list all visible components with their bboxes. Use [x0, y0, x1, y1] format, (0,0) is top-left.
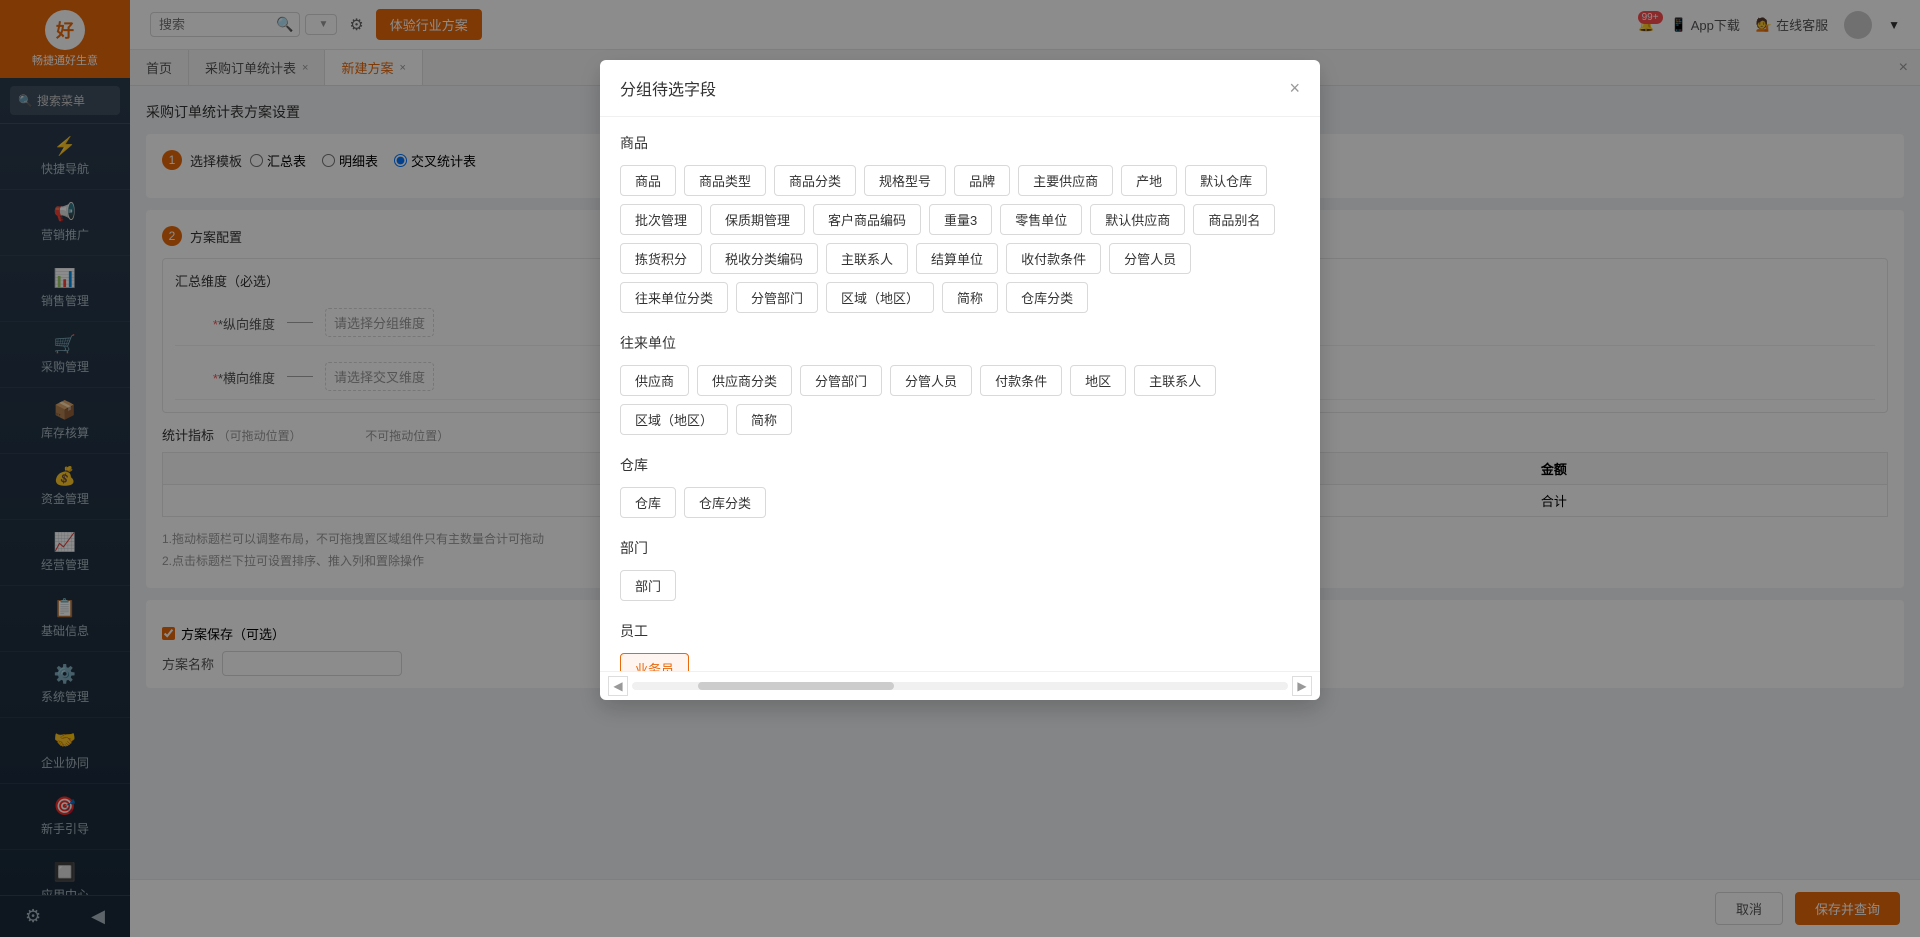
field-tag-batch-mgmt[interactable]: 批次管理 — [620, 204, 702, 235]
field-tag-customer-code[interactable]: 客户商品编码 — [813, 204, 921, 235]
field-tag-mgmt-staff[interactable]: 分管人员 — [890, 365, 972, 396]
field-tag-src-unit-category[interactable]: 往来单位分类 — [620, 282, 728, 313]
field-tag-weight3[interactable]: 重量3 — [929, 204, 992, 235]
field-tag-main-supplier[interactable]: 主要供应商 — [1018, 165, 1113, 196]
warehouse-section-title: 仓库 — [620, 455, 1300, 475]
modal-close-button[interactable]: × — [1289, 78, 1300, 99]
field-tag-main-contact[interactable]: 主联系人 — [826, 243, 908, 274]
field-tag-mgmt-dept[interactable]: 分管部门 — [736, 282, 818, 313]
product-section: 商品 商品 商品类型 商品分类 规格型号 品牌 主要供应商 产地 默认仓库 批次… — [620, 133, 1300, 313]
field-tag-supplier[interactable]: 供应商 — [620, 365, 689, 396]
field-select-modal: 分组待选字段 × 商品 商品 商品类型 商品分类 规格型号 品牌 主要供应商 产… — [600, 60, 1320, 700]
field-tag-region[interactable]: 区域（地区） — [826, 282, 934, 313]
field-tag-pick-points[interactable]: 拣货积分 — [620, 243, 702, 274]
partner-section: 往来单位 供应商 供应商分类 分管部门 分管人员 付款条件 地区 主联系人 区域… — [620, 333, 1300, 435]
field-tag-retail-unit[interactable]: 零售单位 — [1000, 204, 1082, 235]
field-tag-short-name[interactable]: 简称 — [942, 282, 998, 313]
field-tag-spec-type[interactable]: 规格型号 — [864, 165, 946, 196]
partner-field-grid: 供应商 供应商分类 分管部门 分管人员 付款条件 地区 主联系人 区域（地区） … — [620, 365, 1300, 435]
field-tag-supplier-category[interactable]: 供应商分类 — [697, 365, 792, 396]
scroll-left-button[interactable]: ◀ — [608, 676, 628, 696]
field-tag-warehouse-category[interactable]: 仓库分类 — [1006, 282, 1088, 313]
warehouse-section: 仓库 仓库 仓库分类 — [620, 455, 1300, 518]
product-section-title: 商品 — [620, 133, 1300, 153]
field-tag-payment-terms[interactable]: 收付款条件 — [1006, 243, 1101, 274]
field-tag-expiry-mgmt[interactable]: 保质期管理 — [710, 204, 805, 235]
field-tag-tax-code[interactable]: 税收分类编码 — [710, 243, 818, 274]
field-tag-product-alias[interactable]: 商品别名 — [1193, 204, 1275, 235]
partner-section-title: 往来单位 — [620, 333, 1300, 353]
field-tag-short-name2[interactable]: 简称 — [736, 404, 792, 435]
field-tag-salesperson[interactable]: 业务员 — [620, 653, 689, 671]
field-tag-default-supplier[interactable]: 默认供应商 — [1090, 204, 1185, 235]
scroll-thumb — [698, 682, 895, 690]
modal-overlay: 分组待选字段 × 商品 商品 商品类型 商品分类 规格型号 品牌 主要供应商 产… — [0, 0, 1920, 937]
field-tag-product[interactable]: 商品 — [620, 165, 676, 196]
modal-body[interactable]: 商品 商品 商品类型 商品分类 规格型号 品牌 主要供应商 产地 默认仓库 批次… — [600, 117, 1320, 671]
staff-section: 员工 业务员 — [620, 621, 1300, 671]
field-tag-dept[interactable]: 部门 — [620, 570, 676, 601]
department-section: 部门 部门 — [620, 538, 1300, 601]
field-tag-payment-cond[interactable]: 付款条件 — [980, 365, 1062, 396]
modal-hscroll-bar[interactable]: ◀ ▶ — [600, 671, 1320, 700]
field-tag-warehouse[interactable]: 仓库 — [620, 487, 676, 518]
horizontal-scrollbar[interactable] — [632, 682, 1288, 690]
dept-section-title: 部门 — [620, 538, 1300, 558]
field-tag-main-contact2[interactable]: 主联系人 — [1134, 365, 1216, 396]
modal-header: 分组待选字段 × — [600, 60, 1320, 117]
field-tag-settlement-unit[interactable]: 结算单位 — [916, 243, 998, 274]
field-tag-brand[interactable]: 品牌 — [954, 165, 1010, 196]
staff-section-title: 员工 — [620, 621, 1300, 641]
warehouse-field-grid: 仓库 仓库分类 — [620, 487, 1300, 518]
scroll-right-button[interactable]: ▶ — [1292, 676, 1312, 696]
dept-field-grid: 部门 — [620, 570, 1300, 601]
field-tag-mgmt-dept2[interactable]: 分管部门 — [800, 365, 882, 396]
field-tag-region3[interactable]: 区域（地区） — [620, 404, 728, 435]
field-tag-region2[interactable]: 地区 — [1070, 365, 1126, 396]
field-tag-origin[interactable]: 产地 — [1121, 165, 1177, 196]
modal-title: 分组待选字段 — [620, 76, 716, 100]
field-tag-default-warehouse[interactable]: 默认仓库 — [1185, 165, 1267, 196]
field-tag-product-category[interactable]: 商品分类 — [774, 165, 856, 196]
field-tag-warehouse-cat[interactable]: 仓库分类 — [684, 487, 766, 518]
field-tag-manager[interactable]: 分管人员 — [1109, 243, 1191, 274]
product-field-grid: 商品 商品类型 商品分类 规格型号 品牌 主要供应商 产地 默认仓库 批次管理 … — [620, 165, 1300, 313]
field-tag-product-type[interactable]: 商品类型 — [684, 165, 766, 196]
staff-field-grid: 业务员 — [620, 653, 1300, 671]
